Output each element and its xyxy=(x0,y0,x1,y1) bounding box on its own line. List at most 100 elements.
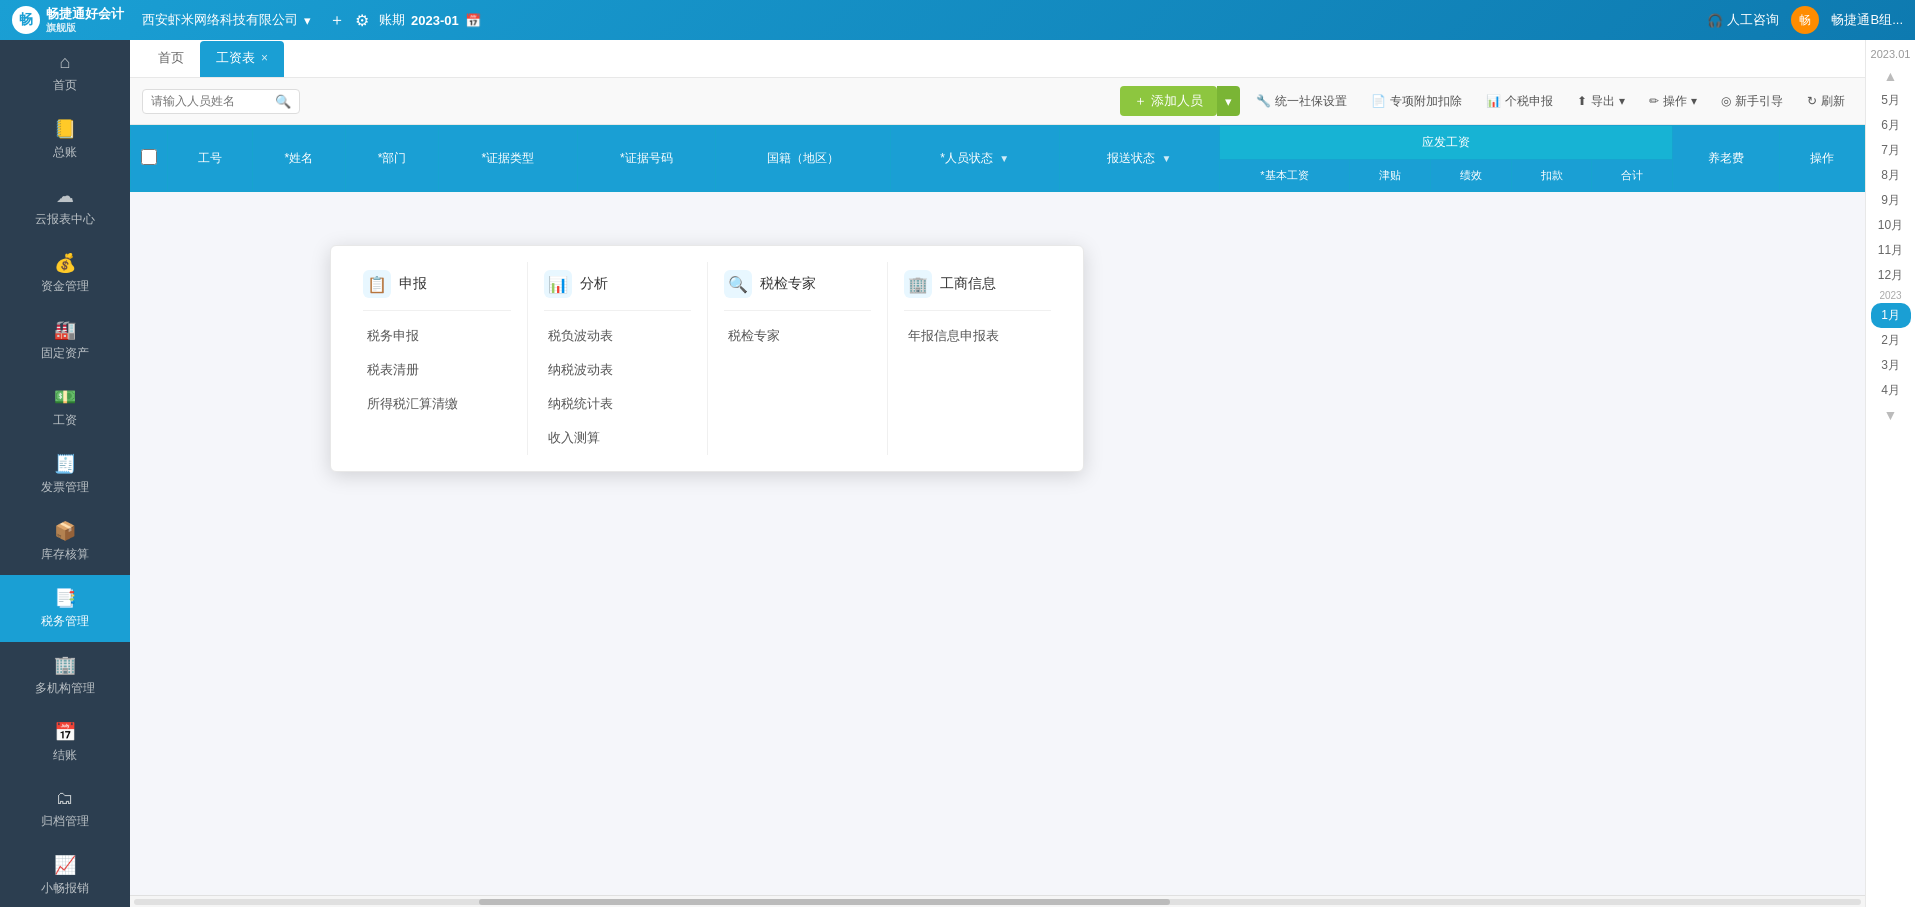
timeline-down-nav[interactable]: ▼ xyxy=(1880,403,1902,427)
asset-icon: 🏭 xyxy=(54,319,76,341)
settings-icon[interactable]: ⚙ xyxy=(355,11,369,30)
app-version: 旗舰版 xyxy=(46,22,124,34)
menu-item-tax-declare[interactable]: 税务申报 xyxy=(363,319,511,353)
add-company-icon[interactable]: ＋ xyxy=(329,10,345,31)
refresh-icon: ↻ xyxy=(1807,94,1817,108)
app-logo: 畅 畅捷通好会计 旗舰版 xyxy=(12,6,124,34)
timeline-month-3[interactable]: 3月 xyxy=(1871,353,1911,378)
menu-item-tax-clear[interactable]: 所得税汇算清缴 xyxy=(363,387,511,421)
timeline-month-8[interactable]: 8月 xyxy=(1871,163,1911,188)
deduct-icon: 📄 xyxy=(1371,94,1386,108)
tax-return-button[interactable]: 📊 个税申报 xyxy=(1478,89,1561,114)
service-label: 人工咨询 xyxy=(1727,11,1779,29)
company-selector[interactable]: 西安虾米网络科技有限公司 ▾ xyxy=(134,7,319,33)
col-id: 工号 xyxy=(168,126,253,192)
guide-button[interactable]: ◎ 新手引导 xyxy=(1713,89,1791,114)
insurance-button[interactable]: 🔧 统一社保设置 xyxy=(1248,89,1355,114)
sidebar-label-ledger: 总账 xyxy=(53,144,77,161)
timeline-panel: 2023.01 ▲ 5月 6月 7月 8月 9月 10月 11月 12月 202… xyxy=(1865,40,1915,907)
menu-item-tax-burden[interactable]: 税负波动表 xyxy=(544,319,691,353)
category-header-fenxi: 📊 分析 xyxy=(544,262,691,311)
tab-home[interactable]: 首页 xyxy=(142,41,200,77)
status-filter-icon[interactable]: ▼ xyxy=(999,153,1009,164)
user-label: 畅捷通B组... xyxy=(1831,11,1903,29)
main-layout: ⌂ 首页 📒 总账 ☁ 云报表中心 💰 资金管理 🏭 固定资产 💵 工资 🧾 发… xyxy=(0,40,1915,907)
select-all-checkbox[interactable] xyxy=(141,149,157,165)
menu-item-tax-expert[interactable]: 税检专家 xyxy=(724,319,871,353)
sidebar-item-fund[interactable]: 💰 资金管理 xyxy=(0,240,130,307)
gongshang-icon: 🏢 xyxy=(904,270,932,298)
sidebar-item-multi[interactable]: 🏢 多机构管理 xyxy=(0,642,130,709)
multi-icon: 🏢 xyxy=(54,654,76,676)
search-input[interactable] xyxy=(151,94,271,108)
menu-category-gongshang: 🏢 工商信息 年报信息申报表 xyxy=(887,262,1067,455)
sidebar-item-asset[interactable]: 🏭 固定资产 xyxy=(0,307,130,374)
app-name: 畅捷通好会计 xyxy=(46,6,124,22)
dropdown-arrow-icon[interactable]: ▾ xyxy=(304,13,311,28)
sidebar-item-report[interactable]: 📈 小畅报销 xyxy=(0,842,130,907)
col-deduct: 扣款 xyxy=(1511,160,1592,192)
sidebar-item-archive[interactable]: 🗂 归档管理 xyxy=(0,776,130,842)
sidebar-item-cloud[interactable]: ☁ 云报表中心 xyxy=(0,173,130,240)
timeline-up-nav[interactable]: ▲ xyxy=(1880,64,1902,88)
add-person-button[interactable]: ＋ 添加人员 xyxy=(1120,86,1217,116)
timeline-month-4[interactable]: 4月 xyxy=(1871,378,1911,403)
export-icon: ⬆ xyxy=(1577,94,1587,108)
sidebar-item-home[interactable]: ⌂ 首页 xyxy=(0,40,130,106)
category-header-zhuanjia: 🔍 税检专家 xyxy=(724,262,871,311)
service-button[interactable]: 🎧 人工咨询 xyxy=(1707,11,1779,29)
sidebar-label-inventory: 库存核算 xyxy=(41,546,89,563)
timeline-month-7[interactable]: 7月 xyxy=(1871,138,1911,163)
sidebar-item-invoice[interactable]: 🧾 发票管理 xyxy=(0,441,130,508)
top-bar: 畅 畅捷通好会计 旗舰版 西安虾米网络科技有限公司 ▾ ＋ ⚙ 账期 2023-… xyxy=(0,0,1915,40)
add-person-dropdown[interactable]: ▾ xyxy=(1217,86,1240,116)
horizontal-scrollbar[interactable] xyxy=(130,895,1865,907)
timeline-month-5[interactable]: 5月 xyxy=(1871,88,1911,113)
menu-item-tax-form[interactable]: 税表清册 xyxy=(363,353,511,387)
operate-button[interactable]: ✏ 操作 ▾ xyxy=(1641,89,1705,114)
scroll-track xyxy=(134,899,1861,905)
home-icon: ⌂ xyxy=(60,52,71,73)
calendar-icon[interactable]: 📅 xyxy=(465,13,481,28)
user-avatar[interactable]: 畅 xyxy=(1791,6,1819,34)
company-name: 西安虾米网络科技有限公司 xyxy=(142,11,298,29)
headset-icon: 🎧 xyxy=(1707,13,1723,28)
sidebar-item-period[interactable]: 📅 结账 xyxy=(0,709,130,776)
sidebar-item-inventory[interactable]: 📦 库存核算 xyxy=(0,508,130,575)
col-salary-group: 应发工资 xyxy=(1219,126,1672,160)
menu-item-income-calc[interactable]: 收入测算 xyxy=(544,421,691,455)
sidebar-item-salary[interactable]: 💵 工资 xyxy=(0,374,130,441)
tab-salary-table[interactable]: 工资表 × xyxy=(200,41,284,77)
dropdown-menu: 📋 申报 税务申报 税表清册 所得税汇算清缴 📊 分析 税负波动表 纳税波动表 … xyxy=(330,245,1084,472)
guide-toolbar-icon: ◎ xyxy=(1721,94,1731,108)
shenb-icon: 📋 xyxy=(363,270,391,298)
salary-table: 工号 *姓名 *部门 *证据类型 *证据号码 国籍（地区） *人员状态 ▼ 报送… xyxy=(130,125,1865,192)
sidebar-label-report: 小畅报销 xyxy=(41,880,89,897)
sidebar-item-ledger[interactable]: 📒 总账 xyxy=(0,106,130,173)
special-deduct-button[interactable]: 📄 专项附加扣除 xyxy=(1363,89,1470,114)
menu-item-tax-stats[interactable]: 纳税统计表 xyxy=(544,387,691,421)
refresh-button[interactable]: ↻ 刷新 xyxy=(1799,89,1853,114)
timeline-month-10[interactable]: 10月 xyxy=(1871,213,1911,238)
timeline-month-2[interactable]: 2月 xyxy=(1871,328,1911,353)
tab-salary-label: 工资表 xyxy=(216,49,255,67)
timeline-month-12[interactable]: 12月 xyxy=(1871,263,1911,288)
fund-icon: 💰 xyxy=(54,252,76,274)
timeline-month-1-current[interactable]: 1月 xyxy=(1871,303,1911,328)
timeline-month-11[interactable]: 11月 xyxy=(1871,238,1911,263)
sidebar-label-cloud: 云报表中心 xyxy=(35,211,95,228)
tab-bar: 首页 工资表 × xyxy=(130,40,1865,78)
report-filter-icon[interactable]: ▼ xyxy=(1162,153,1172,164)
menu-item-annual-report[interactable]: 年报信息申报表 xyxy=(904,319,1051,353)
sidebar-label-asset: 固定资产 xyxy=(41,345,89,362)
col-perf: 绩效 xyxy=(1430,160,1511,192)
sidebar-item-tax[interactable]: 📑 税务管理 xyxy=(0,575,130,642)
year-header: 2023.01 xyxy=(1871,44,1911,64)
fenxi-icon: 📊 xyxy=(544,270,572,298)
menu-item-tax-fluctuate[interactable]: 纳税波动表 xyxy=(544,353,691,387)
export-button[interactable]: ⬆ 导出 ▾ xyxy=(1569,89,1633,114)
tab-close-icon[interactable]: × xyxy=(261,51,268,65)
timeline-month-9[interactable]: 9月 xyxy=(1871,188,1911,213)
period-value: 2023-01 xyxy=(411,13,459,28)
timeline-month-6[interactable]: 6月 xyxy=(1871,113,1911,138)
